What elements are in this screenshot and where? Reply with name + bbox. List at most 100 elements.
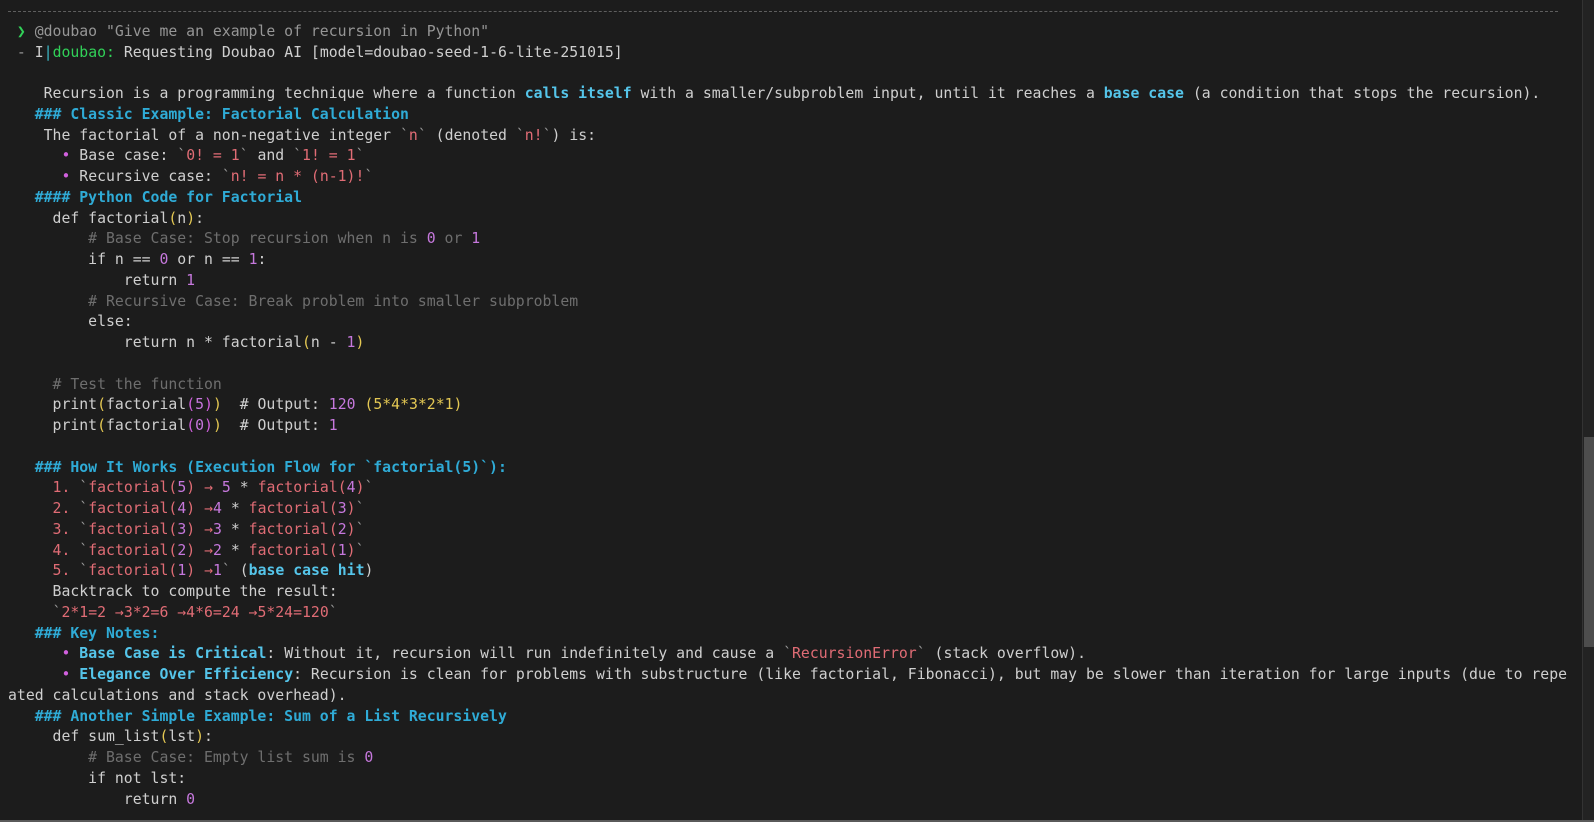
text-segment: `: [356, 147, 365, 164]
text-segment: or n ==: [168, 251, 248, 268]
text-segment: [195, 521, 204, 538]
text-segment: `: [400, 127, 409, 144]
text-segment: 0: [427, 230, 436, 247]
text-segment: base case hit: [249, 562, 365, 579]
code-line: if n == 0 or n == 1:: [8, 250, 1580, 271]
text-segment: : Without it, recursion will run indefin…: [266, 645, 783, 662]
text-segment: `: [365, 479, 374, 496]
text-segment: 4: [347, 479, 356, 496]
paragraph-line: Backtrack to compute the result:: [8, 582, 1580, 603]
text-segment: n!: [525, 127, 543, 144]
prompt-chevron: ❯: [8, 23, 35, 40]
heading-text: ### Classic Example: Factorial Calculati…: [8, 106, 409, 123]
code-comment-line: # Base Case: Empty list sum is 0: [8, 748, 1580, 769]
list-number: 5.: [53, 562, 71, 579]
list-number: 1.: [53, 479, 71, 496]
code-line: def factorial(n):: [8, 209, 1580, 230]
text-segment: 4: [177, 500, 186, 517]
text-segment: `: [356, 542, 365, 559]
inline-code-line: `2*1=2 →3*2=6 →4*6=24 →5*24=120`: [8, 603, 1580, 624]
text-segment: 0: [364, 749, 373, 766]
text-segment: n: [177, 210, 186, 227]
section-heading: ### Classic Example: Factorial Calculati…: [8, 105, 1580, 126]
text-segment: 1: [338, 542, 347, 559]
text-segment: return: [8, 791, 186, 808]
text-segment: ): [347, 500, 356, 517]
text-segment: # Base Case: Empty list sum is: [8, 749, 364, 766]
text-segment: 3: [177, 521, 186, 538]
status-line: - I|doubao: Requesting Doubao AI [model=…: [8, 43, 1580, 64]
text-segment: print: [8, 417, 97, 434]
code-line: return n * factorial(n - 1): [8, 333, 1580, 354]
text-segment: 0: [195, 417, 204, 434]
text-segment: (: [302, 334, 311, 351]
text-segment: 5: [177, 479, 186, 496]
heading-text: ### How It Works (Execution Flow for `fa…: [8, 459, 507, 476]
text-segment: 2: [213, 542, 222, 559]
bullet-line: • Elegance Over Efficiency: Recursion is…: [8, 665, 1580, 686]
text-segment: (denoted: [427, 127, 516, 144]
text-segment: factorial(: [88, 542, 177, 559]
code-line: print(factorial(5)) # Output: 120 (5*4*3…: [8, 395, 1580, 416]
text-segment: ): [213, 396, 222, 413]
text-segment: (: [186, 417, 195, 434]
text-segment: ): [356, 479, 365, 496]
text-segment: `: [329, 604, 338, 621]
heading-text: ### Key Notes:: [8, 625, 159, 642]
list-number: 3.: [53, 521, 71, 538]
text-segment: `: [543, 127, 552, 144]
text-segment: ): [186, 562, 195, 579]
text-segment: Base Case is Critical: [79, 645, 266, 662]
text-segment: [70, 479, 79, 496]
scrollbar-thumb[interactable]: [1584, 437, 1594, 647]
text-segment: if n ==: [8, 251, 159, 268]
text-segment: `: [79, 500, 88, 517]
text-segment: and: [249, 147, 294, 164]
text-segment: factorial(: [249, 521, 338, 538]
arrow-icon: →: [204, 542, 213, 559]
arrow-icon: →: [204, 479, 213, 496]
text-segment: `: [240, 147, 249, 164]
numbered-list-item: 5. `factorial(1) →1` (base case hit): [8, 561, 1580, 582]
text-segment: 4: [213, 500, 222, 517]
text-segment: lst: [168, 728, 195, 745]
section-heading: #### Python Code for Factorial: [8, 188, 1580, 209]
list-number: 2.: [53, 500, 71, 517]
arrow-icon: →: [204, 562, 213, 579]
text-segment: 1: [177, 562, 186, 579]
text-segment: [70, 500, 79, 517]
text-segment: : Recursion is clean for problems with s…: [293, 666, 1567, 683]
text-segment: ): [186, 500, 195, 517]
text-segment: 5: [195, 396, 204, 413]
text-segment: [195, 500, 204, 517]
text-segment: 120: [329, 396, 356, 413]
blank-line: [8, 437, 1580, 458]
code-line: else:: [8, 312, 1580, 333]
text-segment: `: [917, 645, 926, 662]
scrollbar-track[interactable]: [1582, 0, 1594, 822]
code-line: if not lst:: [8, 769, 1580, 790]
text-segment: [8, 521, 53, 538]
text-segment: 1: [186, 272, 195, 289]
text-segment: 1: [471, 230, 480, 247]
text-segment: [8, 479, 53, 496]
text-segment: [8, 542, 53, 559]
text-segment: ): [347, 542, 356, 559]
text-segment: (: [168, 210, 177, 227]
text-segment: ): [186, 479, 195, 496]
heading-text: ### Another Simple Example: Sum of a Lis…: [8, 708, 507, 725]
text-segment: RecursionError: [792, 645, 917, 662]
text-segment: # Recursive Case: Break problem into sma…: [8, 293, 578, 310]
section-heading: ### Key Notes:: [8, 624, 1580, 645]
separator-line: [8, 1, 1580, 22]
text-segment: (a condition that stops the recursion).: [1184, 85, 1540, 102]
text-segment: base case: [1104, 85, 1184, 102]
text-segment: -: [8, 44, 35, 61]
text-segment: `: [516, 127, 525, 144]
code-comment-line: # Recursive Case: Break problem into sma…: [8, 292, 1580, 313]
text-segment: print: [8, 396, 97, 413]
text-segment: [195, 562, 204, 579]
bullet-line: • Base case: `0! = 1` and `1! = 1`: [8, 146, 1580, 167]
text-segment: 2: [338, 521, 347, 538]
text-segment: 0! = 1: [186, 147, 239, 164]
